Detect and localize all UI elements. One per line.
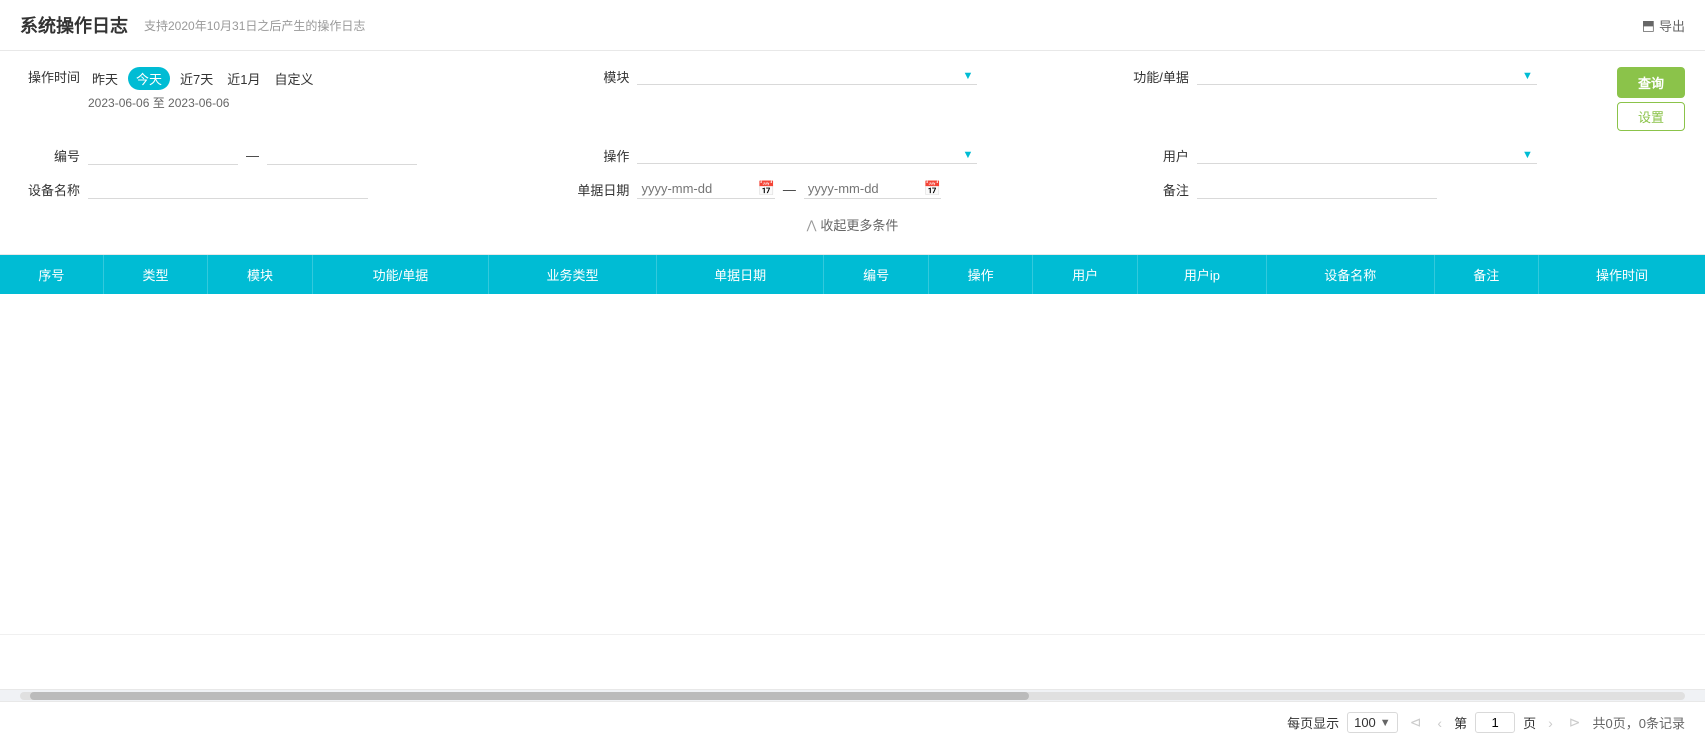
time-range: 2023-06-06 至 2023-06-06: [88, 94, 318, 111]
table-header: 序号 类型 模块 功能/单据 业务类型 单据日期 编号 操作 用户 用户ip 设…: [0, 255, 1705, 294]
device-filter: 设备名称: [20, 179, 569, 199]
last-page-button[interactable]: ⊳: [1565, 712, 1585, 733]
empty-cell: [0, 294, 1705, 634]
page-number-input[interactable]: [1475, 712, 1515, 733]
data-table: 序号 类型 模块 功能/单据 业务类型 单据日期 编号 操作 用户 用户ip 设…: [0, 255, 1705, 635]
func-chevron-icon: ▼: [1522, 70, 1533, 82]
time-btn-yesterday[interactable]: 昨天: [88, 67, 122, 90]
page-subtitle: 支持2020年10月31日之后产生的操作日志: [144, 17, 365, 34]
export-label: 导出: [1659, 16, 1685, 35]
export-icon: ⬒: [1642, 17, 1655, 34]
col-device: 设备名称: [1266, 255, 1434, 294]
date-from-wrap: 📅: [637, 179, 774, 199]
time-label: 操作时间: [20, 67, 80, 86]
user-label: 用户: [1119, 146, 1189, 165]
remark-filter: 备注: [1119, 179, 1585, 199]
date-to-calendar-icon[interactable]: 📅: [924, 180, 941, 197]
module-chevron-icon: ▼: [963, 70, 974, 82]
col-func: 功能/单据: [312, 255, 488, 294]
per-page-select[interactable]: 100 ▼: [1347, 712, 1398, 733]
col-remark: 备注: [1434, 255, 1538, 294]
time-options: 昨天 今天 近7天 近1月 自定义 2023-06-06 至 2023-06-0…: [88, 67, 318, 111]
date-range-sep: —: [783, 182, 796, 197]
table-body: [0, 294, 1705, 634]
col-type: 类型: [103, 255, 207, 294]
module-label: 模块: [569, 67, 629, 86]
page-unit: 页: [1523, 713, 1536, 732]
time-btn-custom[interactable]: 自定义: [271, 67, 318, 90]
total-info: 共0页，0条记录: [1593, 713, 1685, 732]
table-header-row: 序号 类型 模块 功能/单据 业务类型 单据日期 编号 操作 用户 用户ip 设…: [0, 255, 1705, 294]
time-btn-7days[interactable]: 近7天: [176, 67, 217, 90]
col-seq: 序号: [0, 255, 103, 294]
per-page-label: 每页显示: [1287, 713, 1339, 732]
date-filter: 单据日期 📅 — 📅: [569, 179, 1118, 199]
page-title: 系统操作日志: [20, 12, 128, 38]
pagination-bar: 每页显示 100 ▼ ⊲ ‹ 第 页 › ⊳ 共0页，0条记录: [0, 701, 1705, 743]
page-header: 系统操作日志 支持2020年10月31日之后产生的操作日志 ⬒ 导出: [0, 0, 1705, 51]
module-filter: 模块 ▼: [569, 67, 1118, 86]
operation-chevron-icon: ▼: [963, 149, 974, 161]
col-op-time: 操作时间: [1539, 255, 1705, 294]
scrollbar-thumb: [30, 692, 1029, 700]
prev-page-button[interactable]: ‹: [1433, 713, 1446, 733]
per-page-chevron-icon: ▼: [1380, 717, 1391, 729]
scrollbar-area[interactable]: [0, 689, 1705, 701]
operation-select[interactable]: ▼: [637, 147, 977, 164]
func-label: 功能/单据: [1119, 67, 1189, 86]
user-chevron-icon: ▼: [1522, 149, 1533, 161]
page-wrapper: 系统操作日志 支持2020年10月31日之后产生的操作日志 ⬒ 导出 操作时间 …: [0, 0, 1705, 743]
user-select[interactable]: ▼: [1197, 147, 1537, 164]
time-buttons: 昨天 今天 近7天 近1月 自定义: [88, 67, 318, 90]
collapse-icon: ⋀: [807, 218, 817, 232]
user-filter: 用户 ▼: [1119, 146, 1585, 165]
col-module: 模块: [208, 255, 312, 294]
remark-input[interactable]: [1197, 179, 1437, 199]
number-range-sep: —: [246, 148, 259, 163]
operation-filter: 操作 ▼: [569, 146, 1118, 165]
empty-row: [0, 294, 1705, 634]
next-page-button[interactable]: ›: [1544, 713, 1557, 733]
func-filter: 功能/单据 ▼: [1119, 67, 1585, 86]
col-user: 用户: [1033, 255, 1137, 294]
col-doc-date: 单据日期: [656, 255, 824, 294]
collapse-row: ⋀ 收起更多条件: [20, 207, 1685, 238]
export-button[interactable]: ⬒ 导出: [1642, 16, 1685, 35]
per-page-value: 100: [1354, 715, 1376, 730]
table-area: 序号 类型 模块 功能/单据 业务类型 单据日期 编号 操作 用户 用户ip 设…: [0, 255, 1705, 689]
date-from-calendar-icon[interactable]: 📅: [757, 180, 774, 197]
date-to-wrap: 📅: [804, 179, 941, 199]
date-to-input[interactable]: [804, 179, 924, 198]
number-to-input[interactable]: [267, 145, 417, 165]
time-btn-today[interactable]: 今天: [128, 67, 170, 90]
col-number: 编号: [824, 255, 928, 294]
collapse-label: 收起更多条件: [820, 215, 898, 234]
module-select[interactable]: ▼: [637, 68, 977, 85]
col-user-ip: 用户ip: [1137, 255, 1266, 294]
device-label: 设备名称: [20, 180, 80, 199]
scrollbar-track: [20, 692, 1685, 700]
time-filter-group: 操作时间 昨天 今天 近7天 近1月 自定义 2023-06-06 至 2023…: [20, 67, 569, 111]
number-filter: 编号 —: [20, 145, 569, 165]
date-from-input[interactable]: [637, 179, 757, 198]
first-page-button[interactable]: ⊲: [1406, 712, 1426, 733]
action-buttons: 查询 设置: [1617, 67, 1685, 131]
number-label: 编号: [20, 146, 80, 165]
col-operation: 操作: [928, 255, 1032, 294]
filter-area: 操作时间 昨天 今天 近7天 近1月 自定义 2023-06-06 至 2023…: [0, 51, 1705, 255]
device-input[interactable]: [88, 179, 368, 199]
operation-label: 操作: [569, 146, 629, 165]
remark-label: 备注: [1119, 180, 1189, 199]
number-from-input[interactable]: [88, 145, 238, 165]
col-biz-type: 业务类型: [489, 255, 657, 294]
func-select[interactable]: ▼: [1197, 68, 1537, 85]
page-label: 第: [1454, 713, 1467, 732]
collapse-button[interactable]: ⋀ 收起更多条件: [807, 215, 899, 234]
time-btn-1month[interactable]: 近1月: [223, 67, 264, 90]
date-label: 单据日期: [569, 180, 629, 199]
settings-button[interactable]: 设置: [1617, 102, 1685, 131]
query-button[interactable]: 查询: [1617, 67, 1685, 98]
